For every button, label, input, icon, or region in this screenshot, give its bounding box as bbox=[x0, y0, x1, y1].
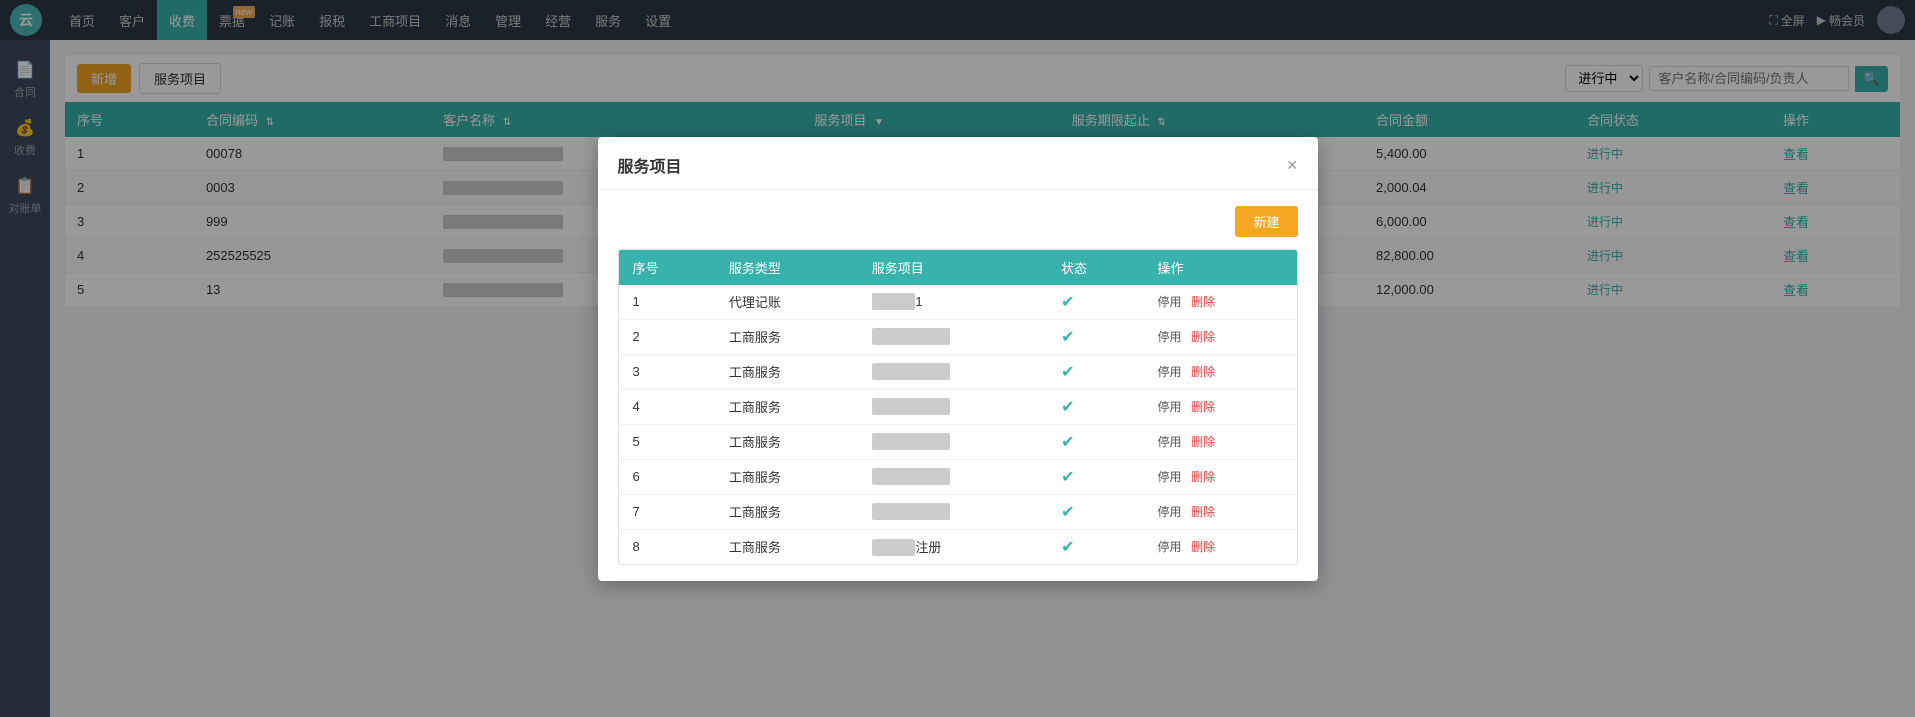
modal-cell-seq: 8 bbox=[619, 529, 715, 564]
modal-cell-type: 工商服务 bbox=[715, 459, 858, 494]
modal-cell-item bbox=[858, 319, 1047, 354]
modal-cell-item bbox=[858, 354, 1047, 389]
modal-cell-type: 工商服务 bbox=[715, 319, 858, 354]
modal-close-button[interactable]: × bbox=[1287, 156, 1298, 174]
modal-cell-seq: 5 bbox=[619, 424, 715, 459]
modal-col-seq: 序号 bbox=[619, 250, 715, 285]
modal-cell-seq: 2 bbox=[619, 319, 715, 354]
modal-cell-status: ✔ bbox=[1047, 459, 1143, 494]
modal-table-wrap: 序号 服务类型 服务项目 状态 操作 1 代理记账 1 ✔ 停用 删除 2 工商… bbox=[618, 249, 1298, 565]
modal-cell-type: 工商服务 bbox=[715, 424, 858, 459]
modal-cell-item bbox=[858, 494, 1047, 529]
modal-cell-item bbox=[858, 459, 1047, 494]
modal-col-item: 服务项目 bbox=[858, 250, 1047, 285]
stop-button[interactable]: 停用 bbox=[1158, 295, 1182, 309]
modal-cell-item: 注册 bbox=[858, 529, 1047, 564]
modal-table-row: 7 工商服务 ✔ 停用 删除 bbox=[619, 494, 1297, 529]
delete-button[interactable]: 删除 bbox=[1191, 400, 1215, 414]
modal-cell-action: 停用 删除 bbox=[1144, 424, 1297, 459]
modal-cell-status: ✔ bbox=[1047, 494, 1143, 529]
modal-cell-type: 工商服务 bbox=[715, 389, 858, 424]
modal-col-type: 服务类型 bbox=[715, 250, 858, 285]
modal-cell-status: ✔ bbox=[1047, 285, 1143, 320]
modal-cell-seq: 6 bbox=[619, 459, 715, 494]
modal-header: 服务项目 × bbox=[598, 137, 1318, 190]
modal-col-action: 操作 bbox=[1144, 250, 1297, 285]
modal-table-row: 3 工商服务 ✔ 停用 删除 bbox=[619, 354, 1297, 389]
modal-table-row: 2 工商服务 ✔ 停用 删除 bbox=[619, 319, 1297, 354]
modal-col-status: 状态 bbox=[1047, 250, 1143, 285]
modal-table-row: 6 工商服务 ✔ 停用 删除 bbox=[619, 459, 1297, 494]
modal-cell-action: 停用 删除 bbox=[1144, 354, 1297, 389]
modal-cell-status: ✔ bbox=[1047, 529, 1143, 564]
stop-button[interactable]: 停用 bbox=[1158, 330, 1182, 344]
stop-button[interactable]: 停用 bbox=[1158, 470, 1182, 484]
modal-toolbar: 新建 bbox=[618, 206, 1298, 237]
modal-cell-seq: 3 bbox=[619, 354, 715, 389]
modal-cell-action: 停用 删除 bbox=[1144, 285, 1297, 320]
delete-button[interactable]: 删除 bbox=[1191, 435, 1215, 449]
modal-cell-action: 停用 删除 bbox=[1144, 494, 1297, 529]
modal-overlay[interactable]: 服务项目 × 新建 序号 服务类型 服务项目 状态 操作 bbox=[0, 0, 1915, 717]
delete-button[interactable]: 删除 bbox=[1191, 295, 1215, 309]
modal-table-row: 4 工商服务 ✔ 停用 删除 bbox=[619, 389, 1297, 424]
stop-button[interactable]: 停用 bbox=[1158, 435, 1182, 449]
modal-cell-type: 工商服务 bbox=[715, 494, 858, 529]
modal-title: 服务项目 bbox=[618, 153, 682, 177]
modal-cell-item bbox=[858, 424, 1047, 459]
stop-button[interactable]: 停用 bbox=[1158, 505, 1182, 519]
modal-table-row: 1 代理记账 1 ✔ 停用 删除 bbox=[619, 285, 1297, 320]
modal-cell-status: ✔ bbox=[1047, 354, 1143, 389]
modal-cell-status: ✔ bbox=[1047, 424, 1143, 459]
modal-cell-item: 1 bbox=[858, 285, 1047, 320]
delete-button[interactable]: 删除 bbox=[1191, 330, 1215, 344]
modal-cell-action: 停用 删除 bbox=[1144, 389, 1297, 424]
modal-cell-type: 代理记账 bbox=[715, 285, 858, 320]
modal-cell-status: ✔ bbox=[1047, 319, 1143, 354]
modal-cell-status: ✔ bbox=[1047, 389, 1143, 424]
delete-button[interactable]: 删除 bbox=[1191, 470, 1215, 484]
modal-cell-seq: 1 bbox=[619, 285, 715, 320]
modal-cell-type: 工商服务 bbox=[715, 354, 858, 389]
modal-cell-item bbox=[858, 389, 1047, 424]
modal-cell-action: 停用 删除 bbox=[1144, 459, 1297, 494]
delete-button[interactable]: 删除 bbox=[1191, 505, 1215, 519]
service-modal: 服务项目 × 新建 序号 服务类型 服务项目 状态 操作 bbox=[598, 137, 1318, 581]
modal-cell-seq: 7 bbox=[619, 494, 715, 529]
modal-cell-action: 停用 删除 bbox=[1144, 529, 1297, 564]
delete-button[interactable]: 删除 bbox=[1191, 365, 1215, 379]
modal-new-button[interactable]: 新建 bbox=[1235, 206, 1297, 237]
modal-cell-type: 工商服务 bbox=[715, 529, 858, 564]
stop-button[interactable]: 停用 bbox=[1158, 400, 1182, 414]
stop-button[interactable]: 停用 bbox=[1158, 365, 1182, 379]
modal-cell-action: 停用 删除 bbox=[1144, 319, 1297, 354]
modal-cell-seq: 4 bbox=[619, 389, 715, 424]
delete-button[interactable]: 删除 bbox=[1191, 540, 1215, 554]
stop-button[interactable]: 停用 bbox=[1158, 540, 1182, 554]
modal-table: 序号 服务类型 服务项目 状态 操作 1 代理记账 1 ✔ 停用 删除 2 工商… bbox=[619, 250, 1297, 564]
modal-table-row: 8 工商服务 注册 ✔ 停用 删除 bbox=[619, 529, 1297, 564]
modal-body: 新建 序号 服务类型 服务项目 状态 操作 1 代理记账 1 bbox=[598, 190, 1318, 581]
modal-table-row: 5 工商服务 ✔ 停用 删除 bbox=[619, 424, 1297, 459]
